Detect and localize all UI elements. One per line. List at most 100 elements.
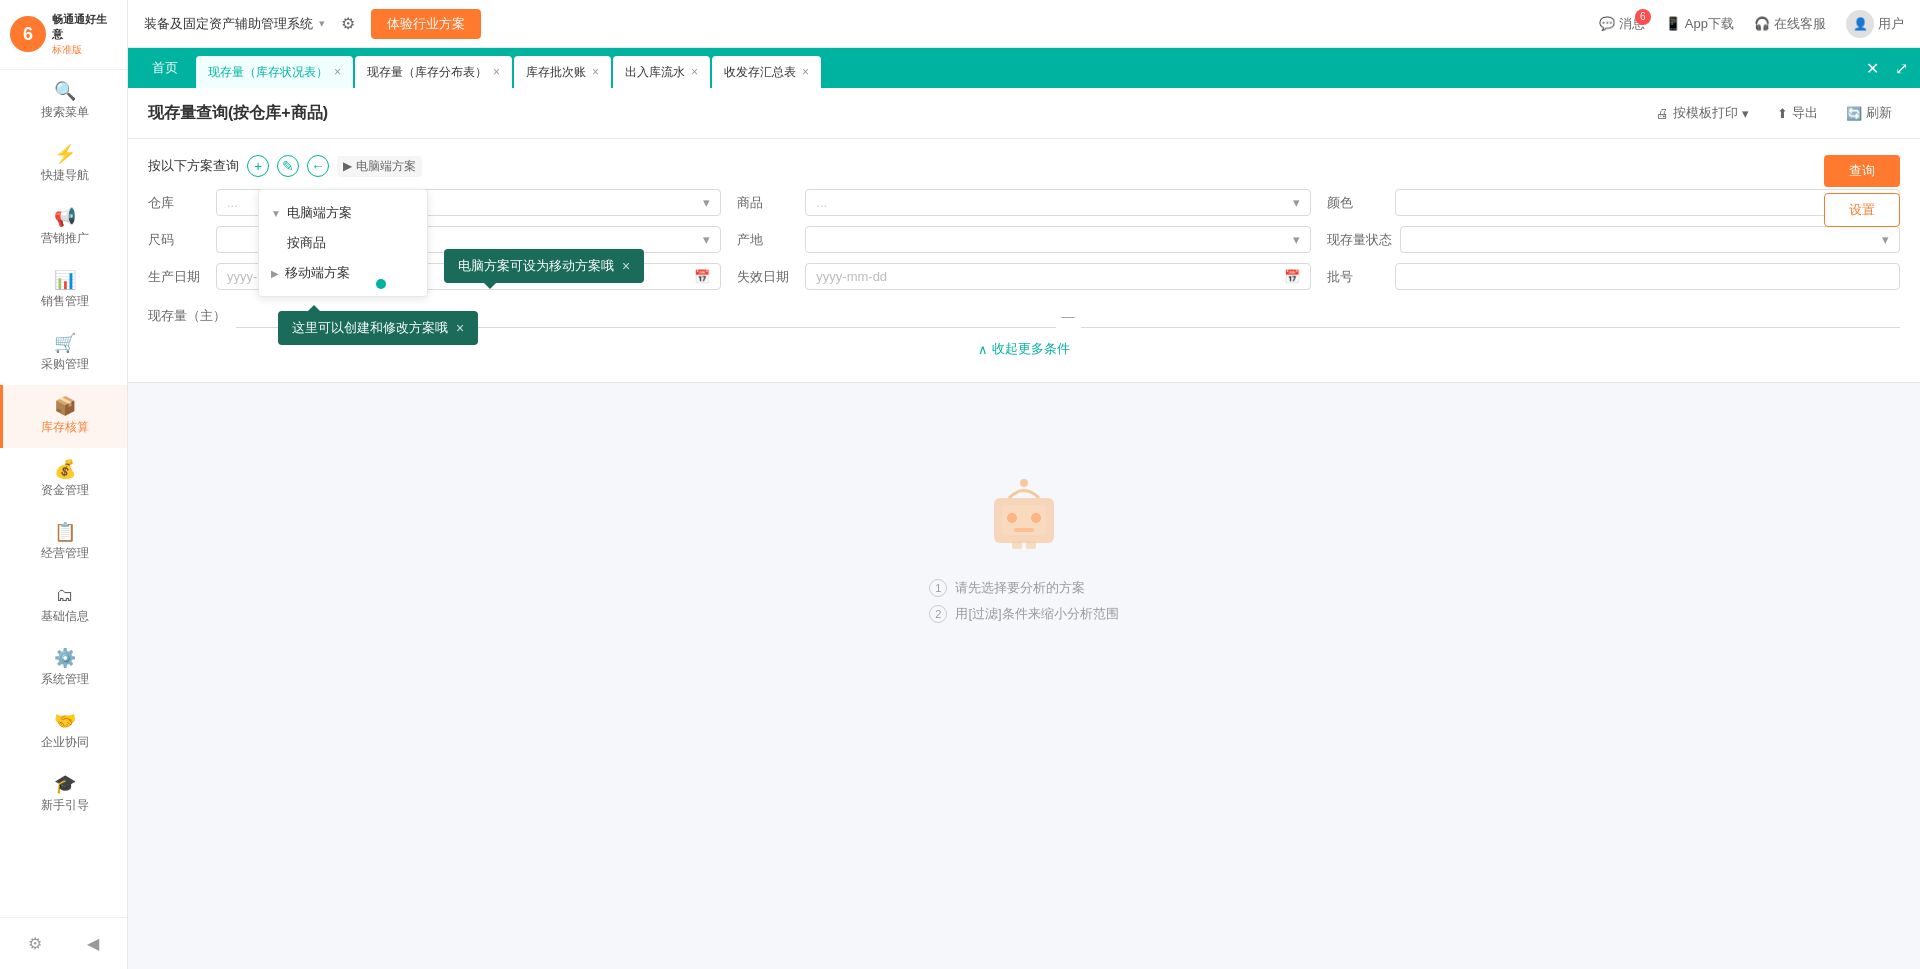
- sidebar-label-finance: 资金管理: [41, 482, 89, 499]
- refresh-btn[interactable]: 🔄 刷新: [1838, 100, 1900, 126]
- sidebar-item-search[interactable]: 🔍 搜索菜单: [0, 70, 127, 133]
- app-download-btn[interactable]: 📱 App下载: [1665, 15, 1734, 33]
- tip-2-text: 用[过滤]条件来缩小分析范围: [955, 605, 1118, 623]
- stock-status-select[interactable]: ▾: [1400, 226, 1900, 253]
- tab-inout-flow-close[interactable]: ×: [691, 66, 698, 78]
- settings-bottom-btn[interactable]: ⚙: [24, 930, 46, 957]
- sidebar-item-enterprise[interactable]: 🤝 企业协同: [0, 700, 127, 763]
- collapse-sidebar-btn[interactable]: ◀: [83, 930, 103, 957]
- tab-inventory-dist-label: 现存量（库存分布表）: [367, 64, 487, 81]
- user-btn[interactable]: 👤 用户: [1846, 10, 1904, 38]
- sidebar-label-inventory: 库存核算: [41, 419, 89, 436]
- origin-label: 产地: [737, 231, 797, 249]
- edit-icon: ✎: [282, 159, 294, 173]
- collapse-up-icon: ∧: [978, 342, 988, 357]
- svg-rect-4: [1014, 528, 1034, 532]
- expand-btn[interactable]: ⤢: [1891, 55, 1912, 82]
- filter-field-color: 颜色 ▾: [1327, 189, 1900, 216]
- collapse-arrow-icon: ▶: [271, 268, 279, 279]
- sidebar-item-system[interactable]: ⚙️ 系统管理: [0, 637, 127, 700]
- scheme-arrow: ▶: [343, 159, 352, 173]
- sidebar-item-quicknav[interactable]: ⚡ 快捷导航: [0, 133, 127, 196]
- collapse-label: 收起更多条件: [992, 340, 1070, 358]
- tab-batch-account[interactable]: 库存批次账 ×: [514, 56, 611, 88]
- sidebar-item-purchase[interactable]: 🛒 采购管理: [0, 322, 127, 385]
- exp-date-input[interactable]: yyyy-mm-dd 📅: [805, 263, 1310, 290]
- tab-batch-account-close[interactable]: ×: [592, 66, 599, 78]
- tip-num-1: 1: [929, 579, 947, 597]
- filter-edit-btn[interactable]: ✎: [277, 155, 299, 177]
- content-area: 现存量查询(按仓库+商品) 🖨 按模板打印 ▾ ⬆ 导出 🔄 刷新: [128, 88, 1920, 969]
- tooltip1-text: 电脑方案可设为移动方案哦: [458, 257, 614, 275]
- refresh-icon: 🔄: [1846, 106, 1862, 121]
- online-support-btn[interactable]: 🎧 在线客服: [1754, 15, 1826, 33]
- tooltip1-close-btn[interactable]: ×: [622, 258, 630, 274]
- message-btn[interactable]: 💬 消息 6: [1599, 15, 1645, 33]
- tab-home[interactable]: 首页: [136, 51, 194, 85]
- goods-placeholder: ...: [816, 195, 827, 210]
- app-name-text: 装备及固定资产辅助管理系统: [144, 15, 313, 33]
- size-chevron-icon: ▾: [703, 232, 710, 247]
- sidebar-item-finance[interactable]: 💰 资金管理: [0, 448, 127, 511]
- tab-inout-flow[interactable]: 出入库流水 ×: [613, 56, 710, 88]
- filter-add-btn[interactable]: +: [247, 155, 269, 177]
- tooltip2-close-btn[interactable]: ×: [456, 320, 464, 336]
- color-label: 颜色: [1327, 194, 1387, 212]
- tooltip-create-scheme: 这里可以创建和修改方案哦 ×: [278, 311, 478, 345]
- sidebar-item-basic[interactable]: 🗂 基础信息: [0, 574, 127, 637]
- sidebar-item-inventory[interactable]: 📦 库存核算: [0, 385, 127, 448]
- filter-field-origin: 产地 ▾: [737, 226, 1310, 253]
- sidebar-item-marketing[interactable]: 📢 营销推广: [0, 196, 127, 259]
- sidebar-item-operations[interactable]: 📋 经营管理: [0, 511, 127, 574]
- sidebar-item-sales[interactable]: 📊 销售管理: [0, 259, 127, 322]
- tab-inventory-status-close[interactable]: ×: [334, 66, 341, 78]
- scheme-tree-item-sub[interactable]: 按商品: [259, 228, 427, 258]
- close-all-tabs-btn[interactable]: ✕: [1862, 55, 1883, 82]
- origin-select[interactable]: ▾: [805, 226, 1310, 253]
- tab-summary-close[interactable]: ×: [802, 66, 809, 78]
- prod-date-calendar-icon: 📅: [694, 269, 710, 284]
- message-icon: 💬: [1599, 16, 1615, 31]
- sidebar-label-guide: 新手引导: [41, 797, 89, 814]
- export-btn[interactable]: ⬆ 导出: [1769, 100, 1826, 126]
- main-area: 装备及固定资产辅助管理系统 ▾ ⚙ 体验行业方案 💬 消息 6 📱 App下载 …: [128, 0, 1920, 969]
- add-icon: +: [254, 159, 262, 173]
- filter-section: 按以下方案查询 + ✎ ← ▶ 电脑端方案: [128, 139, 1920, 383]
- filter-header: 按以下方案查询 + ✎ ← ▶ 电脑端方案: [148, 155, 1900, 177]
- app-name: 装备及固定资产辅助管理系统 ▾: [144, 15, 325, 33]
- empty-tip-1: 1 请先选择要分析的方案: [929, 579, 1118, 597]
- finance-icon: 💰: [54, 460, 76, 478]
- sidebar-label-enterprise: 企业协同: [41, 734, 89, 751]
- trial-btn[interactable]: 体验行业方案: [371, 9, 481, 39]
- filter-field-warehouse: 仓库 ... ▾: [148, 189, 721, 216]
- marketing-icon: 📢: [54, 208, 76, 226]
- scheme-tree-item-pc[interactable]: ▼ 电脑端方案: [259, 198, 427, 228]
- print-icon: 🖨: [1656, 106, 1669, 121]
- tab-inventory-status[interactable]: 现存量（库存状况表） ×: [196, 56, 353, 88]
- tab-inventory-dist-close[interactable]: ×: [493, 66, 500, 78]
- sidebar-item-guide[interactable]: 🎓 新手引导: [0, 763, 127, 826]
- sidebar: 6 畅通通好生意 标准版 🔍 搜索菜单 ⚡ 快捷导航 📢 营销推广 📊 销售管理…: [0, 0, 128, 969]
- topbar-settings-btn[interactable]: ⚙: [337, 10, 359, 37]
- sidebar-label-basic: 基础信息: [41, 608, 89, 625]
- filter-label: 按以下方案查询: [148, 157, 239, 175]
- empty-tip-2: 2 用[过滤]条件来缩小分析范围: [929, 605, 1118, 623]
- logo-text: 畅通通好生意 标准版: [52, 12, 117, 57]
- print-btn[interactable]: 🖨 按模板打印 ▾: [1648, 100, 1757, 126]
- goods-select[interactable]: ... ▾: [805, 189, 1310, 216]
- inventory-icon: 📦: [54, 397, 76, 415]
- sidebar-label-quicknav: 快捷导航: [41, 167, 89, 184]
- scheme-pc-label: 电脑端方案: [287, 204, 352, 222]
- batch-input[interactable]: [1395, 263, 1900, 290]
- purchase-icon: 🛒: [54, 334, 76, 352]
- search-btn[interactable]: 查询: [1824, 155, 1900, 187]
- scheme-tree-item-mobile[interactable]: ▶ 移动端方案: [259, 258, 427, 288]
- tab-inventory-dist[interactable]: 现存量（库存分布表） ×: [355, 56, 512, 88]
- print-label: 按模板打印: [1673, 104, 1738, 122]
- stock-qty-max-input[interactable]: [1081, 304, 1901, 328]
- reset-btn[interactable]: 设置: [1824, 193, 1900, 227]
- tab-summary[interactable]: 收发存汇总表 ×: [712, 56, 821, 88]
- online-support-label: 在线客服: [1774, 15, 1826, 33]
- filter-back-btn[interactable]: ←: [307, 155, 329, 177]
- filter-field-goods: 商品 ... ▾: [737, 189, 1310, 216]
